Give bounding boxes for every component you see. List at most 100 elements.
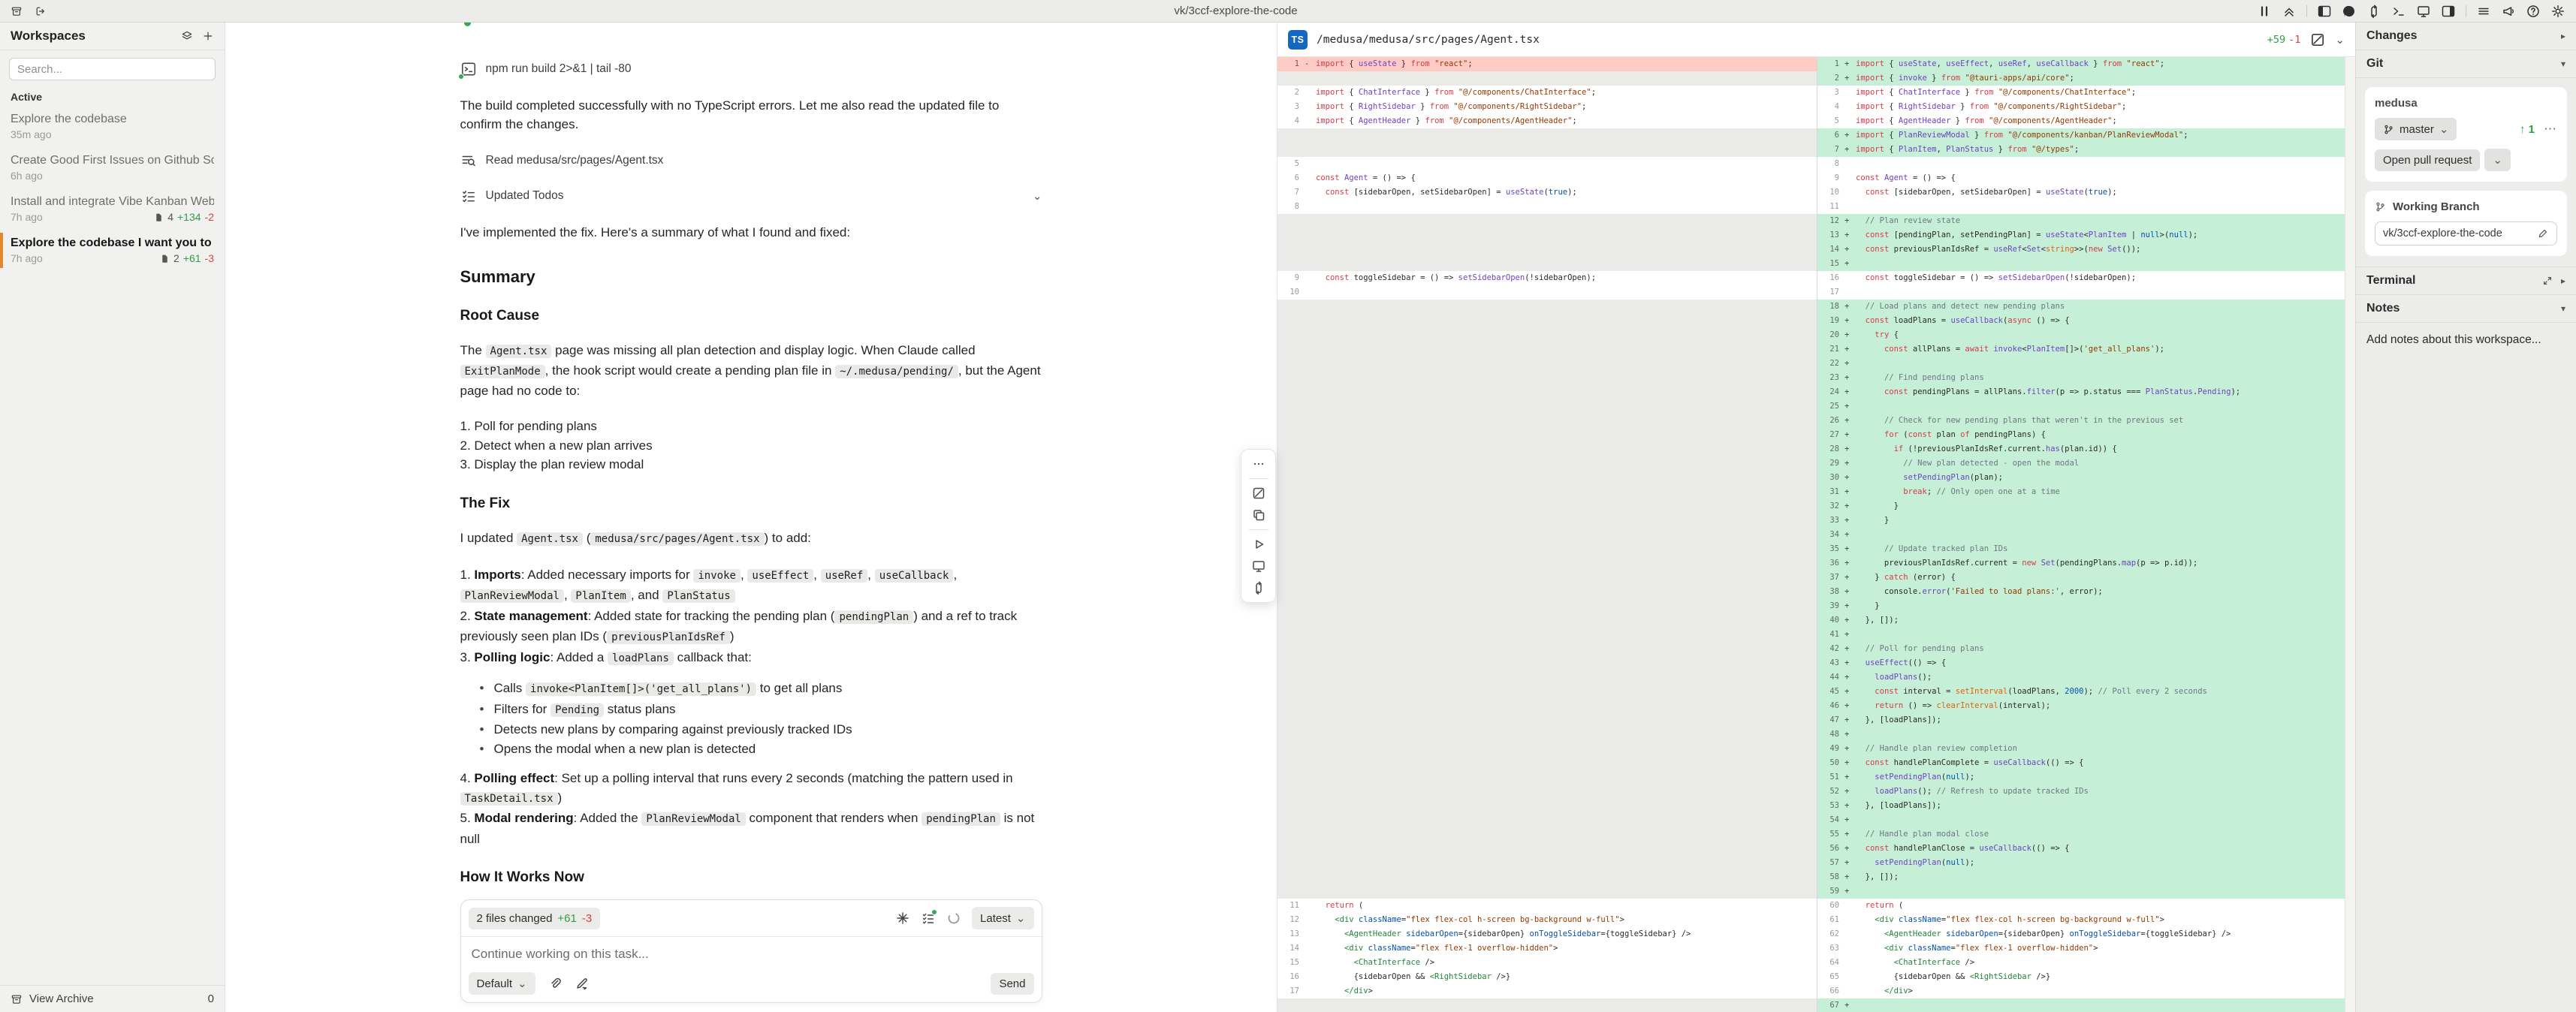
pr-options-button[interactable]: ⌄ [2484, 149, 2511, 171]
megaphone-icon[interactable] [2501, 4, 2516, 19]
diff-row: 63 <div className="flex flex-1 overflow-… [1817, 941, 2345, 956]
version-dropdown[interactable]: Latest ⌄ [972, 907, 1033, 929]
diff-row: 38+ console.error('Failed to load plans:… [1817, 585, 2345, 599]
monitor-icon[interactable] [2416, 4, 2431, 19]
working-branch-input[interactable]: vk/3ccf-explore-the-code [2375, 221, 2557, 245]
diff-row: 33+ } [1817, 514, 2345, 528]
pause-icon[interactable] [2257, 4, 2272, 19]
workspace-list: Explore the codebase35m agoCreate Good F… [0, 106, 225, 271]
diff-spacer-row [1277, 799, 1817, 813]
diff-row: 62 <AgentHeader sidebarOpen={sidebarOpen… [1817, 927, 2345, 941]
line-number: 58 [1817, 870, 1845, 884]
collapse-all-icon[interactable] [2282, 4, 2297, 19]
files-changed-badge[interactable]: 2 files changed +61 -3 [469, 908, 601, 929]
git-section-header[interactable]: Git ▾ [2356, 50, 2576, 78]
diff-body[interactable]: 1-import { useState } from "react";2impo… [1277, 57, 2355, 1012]
panel-right-icon[interactable] [2441, 4, 2456, 19]
open-pull-request-button[interactable]: Open pull request [2375, 149, 2480, 171]
line-number: 67 [1817, 998, 1845, 1012]
layers-icon[interactable] [181, 30, 193, 42]
copy-icon[interactable] [1251, 508, 1266, 523]
line-number: 9 [1277, 271, 1305, 285]
chevron-down-icon: ⌄ [517, 977, 527, 990]
tool-call-row[interactable]: Read medusa/src/pages/Agent.tsx [460, 152, 1042, 169]
branch-selector[interactable]: master ⌄ [2375, 118, 2457, 140]
diff-row: 27+ for (const plan of pendingPlans) { [1817, 428, 2345, 442]
list-item: 1. Poll for pending plans [460, 417, 1042, 436]
pen-icon[interactable] [575, 976, 590, 991]
diff-row: 16 {sidebarOpen && <RightSidebar />} [1277, 970, 1817, 984]
inline-code: PlanReviewModal [460, 589, 564, 603]
code-line [1856, 813, 2345, 827]
burst-icon[interactable] [895, 911, 910, 926]
diff-scrollbar[interactable] [2345, 57, 2355, 1012]
paperclip-icon[interactable] [547, 976, 563, 991]
collapse-file-icon[interactable]: ⌄ [2335, 33, 2345, 47]
diff-sign: + [1845, 128, 1856, 143]
workspace-item[interactable]: Explore the codebase I want you to exp7h… [0, 230, 225, 271]
tool-call-row[interactable]: Updated Todos⌄ [460, 188, 1042, 204]
diff-row: 50+ const handlePlanComplete = useCallba… [1817, 756, 2345, 770]
terminal-prompt-icon[interactable] [2391, 4, 2406, 19]
expand-icon[interactable] [2541, 275, 2553, 287]
code-line: const previousPlanIdsRef = useRef<Set<st… [1856, 242, 2345, 257]
more-options-button[interactable]: ⋯ [2544, 122, 2557, 137]
chevron-down-icon[interactable]: ⌄ [1033, 189, 1042, 203]
archive-icon[interactable] [11, 5, 23, 17]
code-line: break; // Only open one at a time [1856, 485, 2345, 499]
list-item: 2. Detect when a new plan arrives [460, 436, 1042, 456]
workspace-stats: 2+61-3 [160, 252, 214, 264]
diff-spacer-row [1277, 813, 1817, 827]
code-line: const pendingPlans = allPlans.filter(p =… [1856, 385, 2345, 399]
paragraph: The Agent.tsx page was missing all plan … [460, 341, 1042, 400]
diff-sign: + [1845, 884, 1856, 899]
code-line [1856, 727, 2345, 742]
pencil-icon[interactable] [2537, 227, 2549, 239]
menu-icon[interactable] [2476, 4, 2491, 19]
workspace-item[interactable]: Explore the codebase35m ago [0, 106, 225, 147]
notes-input[interactable]: Add notes about this workspace... [2356, 323, 2576, 1012]
settings-gear-icon[interactable] [2550, 4, 2565, 19]
panel-left-icon[interactable] [2317, 4, 2332, 19]
search-input[interactable] [9, 58, 216, 80]
wrap-toggle-icon[interactable] [2309, 32, 2326, 48]
diff-spacer-row [1277, 685, 1817, 699]
terminal-section-header[interactable]: Terminal ▸ [2356, 267, 2576, 295]
chat-scroll-area[interactable]: npm run build 2>&1 | tail -80 The build c… [225, 23, 1277, 899]
view-archive-button[interactable]: View Archive [11, 992, 94, 1005]
diff-row: 53+ }, [loadPlans]); [1817, 799, 2345, 813]
tool-call-row[interactable]: npm run build 2>&1 | tail -80 [460, 61, 1042, 77]
workspace-item[interactable]: Create Good First Issues on Github So p6… [0, 147, 225, 188]
changes-section-header[interactable]: Changes ▸ [2356, 23, 2576, 50]
message-input[interactable]: Continue working on this task... [461, 937, 1042, 966]
line-number: 3 [1817, 86, 1845, 100]
workspace-item[interactable]: Install and integrate Vibe Kanban Web C7… [0, 188, 225, 230]
diff-sign: + [1845, 214, 1856, 228]
diff-sign: + [1845, 342, 1856, 357]
send-button[interactable]: Send [991, 973, 1033, 995]
drag-handle-icon[interactable] [1251, 456, 1266, 471]
help-icon[interactable] [2526, 4, 2541, 19]
sign-out-icon[interactable] [35, 5, 47, 17]
paragraph: The build completed successfully with no… [460, 96, 1042, 134]
mode-dropdown[interactable]: Default ⌄ [469, 972, 535, 995]
inline-code: pendingPlan [922, 812, 1000, 826]
diff-ignore-icon[interactable] [1251, 486, 1266, 501]
monitor-icon[interactable] [1251, 559, 1266, 574]
notes-section-header[interactable]: Notes ▾ [2356, 295, 2576, 323]
plus-icon[interactable] [202, 30, 214, 42]
workspaces-header: Workspaces [0, 23, 225, 50]
git-compare-icon[interactable] [1251, 580, 1266, 595]
line-number: 65 [1817, 970, 1845, 984]
diff-sign: + [1845, 143, 1856, 157]
list-item: Filters for Pending status plans [460, 700, 1042, 721]
chat-bubble-icon[interactable] [2342, 4, 2357, 19]
todos-status-icon[interactable] [921, 911, 936, 926]
diff-spacer-row [1277, 128, 1817, 143]
diff-sign [1305, 956, 1316, 970]
line-number: 3 [1277, 100, 1305, 114]
git-compare-icon[interactable] [2366, 4, 2381, 19]
code-line [1856, 200, 2345, 214]
diff-spacer-row [1277, 228, 1817, 242]
play-icon[interactable] [1251, 537, 1266, 552]
